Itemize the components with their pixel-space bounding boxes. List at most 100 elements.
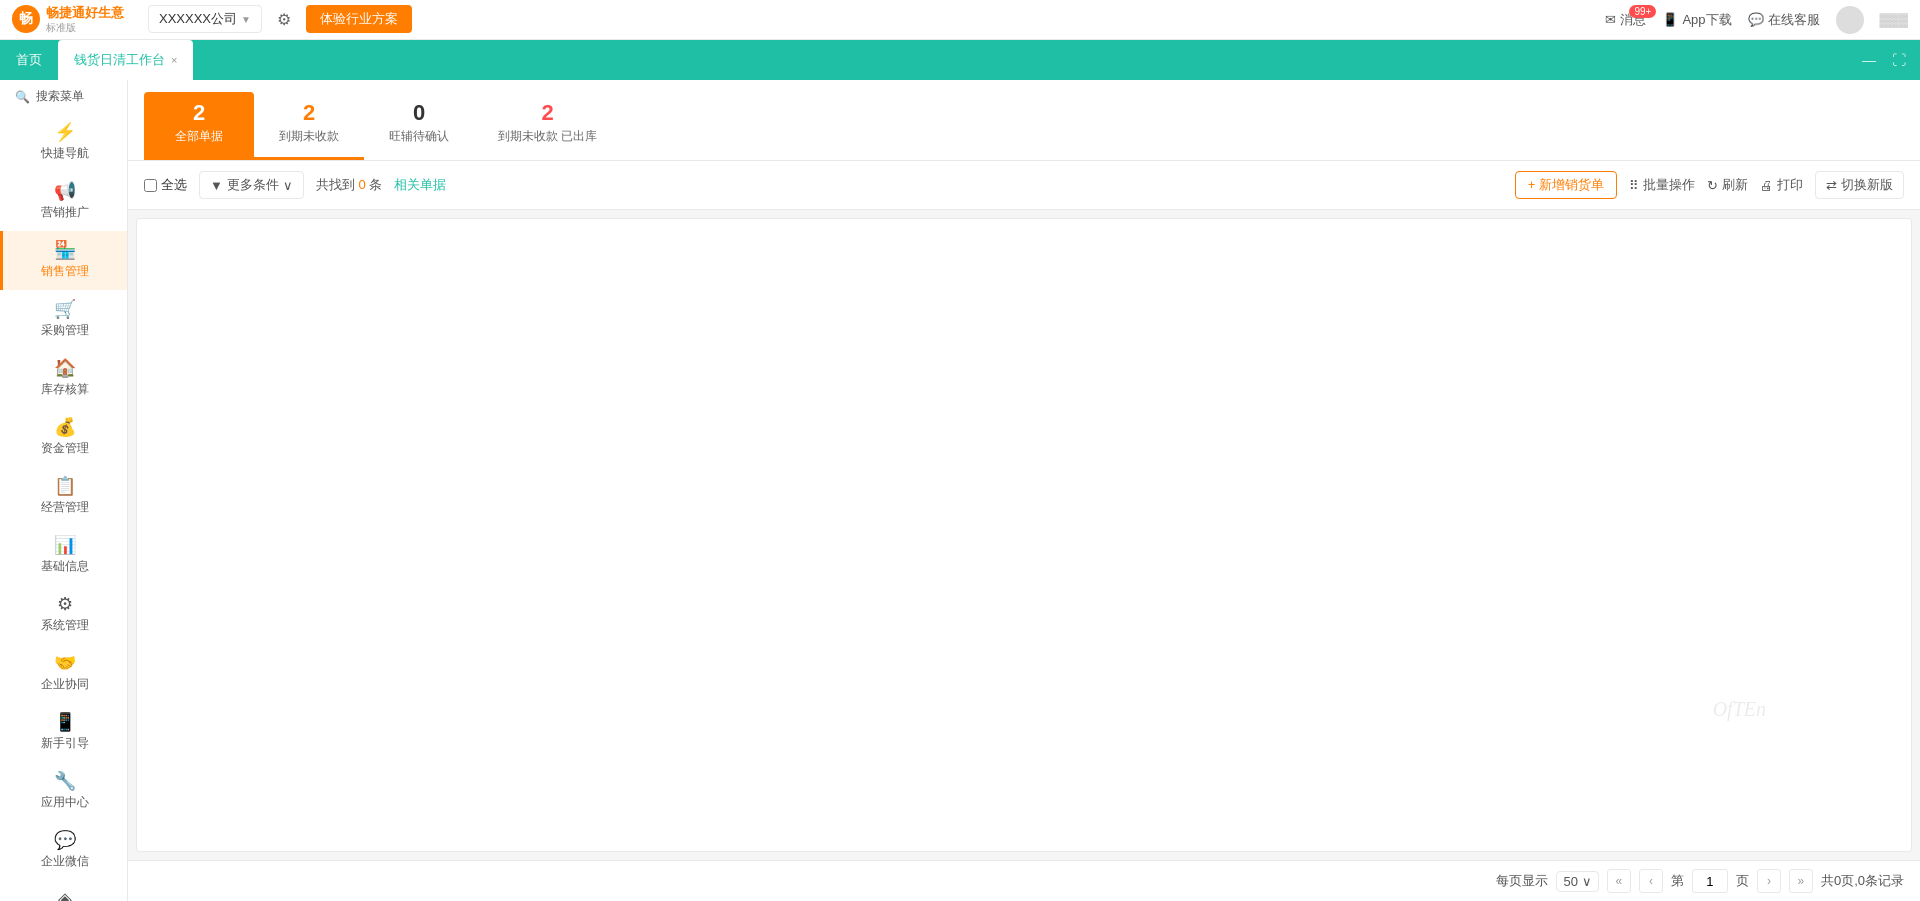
sidebar-item-marketing[interactable]: 📢 营销推广 xyxy=(0,172,127,231)
search-label: 搜索菜单 xyxy=(36,88,84,105)
sidebar-item-inventory[interactable]: 🏠 库存核算 xyxy=(0,349,127,408)
stat-tab-pending[interactable]: 0 旺辅待确认 xyxy=(364,92,474,160)
first-page-btn[interactable]: « xyxy=(1607,869,1631,893)
found-count-value: 0 xyxy=(359,177,366,192)
pagination-bar: 每页显示 50 ∨ « ‹ 第 页 › » 共0页,0条记录 xyxy=(128,860,1920,901)
member-icon: ◈ xyxy=(58,890,72,901)
switch-icon: ⇄ xyxy=(1826,178,1837,193)
sidebar-item-member[interactable]: ◈ 畅会员 xyxy=(0,880,127,901)
prev-page-btn[interactable]: ‹ xyxy=(1639,869,1663,893)
filter-chevron-icon: ∨ xyxy=(283,178,293,193)
top-bar-right: ✉ 消息 99+ 📱 App下载 💬 在线客服 ▓▓▓ xyxy=(1605,6,1908,34)
system-label: 系统管理 xyxy=(41,617,89,634)
stat-shipped-number: 2 xyxy=(542,100,554,126)
company-name: XXXXXX公司 xyxy=(159,10,237,28)
select-all-checkbox[interactable]: 全选 xyxy=(144,176,187,194)
page-suffix: 页 xyxy=(1736,872,1749,890)
online-service-label: 在线客服 xyxy=(1768,11,1820,29)
sidebar-item-basic-info[interactable]: 📊 基础信息 xyxy=(0,526,127,585)
minimize-btn[interactable]: — xyxy=(1856,48,1882,72)
experience-btn[interactable]: 体验行业方案 xyxy=(306,5,412,33)
operations-icon: 📋 xyxy=(54,477,76,495)
sidebar-item-sales[interactable]: 🏪 销售管理 xyxy=(0,231,127,290)
stat-all-number: 2 xyxy=(193,100,205,126)
page-input[interactable] xyxy=(1692,869,1728,893)
print-btn[interactable]: 🖨 打印 xyxy=(1760,176,1803,194)
last-page-btn[interactable]: » xyxy=(1789,869,1813,893)
sidebar-item-app-center[interactable]: 🔧 应用中心 xyxy=(0,762,127,821)
settings-icon-btn[interactable]: ⚙ xyxy=(270,5,298,33)
tab-active-label: 钱货日清工作台 xyxy=(74,51,165,69)
tab-active[interactable]: 钱货日清工作台 × xyxy=(58,40,193,80)
sidebar-item-quick-nav[interactable]: ⚡ 快捷导航 xyxy=(0,113,127,172)
stat-pending-number: 0 xyxy=(413,100,425,126)
service-icon: 💬 xyxy=(1748,12,1764,27)
enterprise-label: 企业协同 xyxy=(41,676,89,693)
app-download-btn[interactable]: 📱 App下载 xyxy=(1662,11,1731,29)
refresh-label: 刷新 xyxy=(1722,176,1748,194)
stats-tabs: 2 全部单据 2 到期未收款 0 旺辅待确认 2 到期未收款 已出库 xyxy=(128,80,1920,161)
toolbar-left: 全选 ▼ 更多条件 ∨ 共找到 0 条 相关单据 xyxy=(144,171,1503,199)
batch-label: 批量操作 xyxy=(1643,176,1695,194)
messages-btn[interactable]: ✉ 消息 99+ xyxy=(1605,11,1646,29)
app-download-label: App下载 xyxy=(1682,11,1731,29)
stat-tab-shipped[interactable]: 2 到期未收款 已出库 xyxy=(474,92,621,160)
related-link[interactable]: 相关单据 xyxy=(394,176,446,194)
next-page-btn[interactable]: › xyxy=(1757,869,1781,893)
new-sales-btn[interactable]: + 新增销货单 xyxy=(1515,171,1617,199)
purchase-label: 采购管理 xyxy=(41,322,89,339)
sidebar: 🔍 搜索菜单 ⚡ 快捷导航 📢 营销推广 🏪 销售管理 🛒 采购管理 🏠 库存核… xyxy=(0,80,128,901)
sidebar-item-enterprise[interactable]: 🤝 企业协同 xyxy=(0,644,127,703)
sidebar-search[interactable]: 🔍 搜索菜单 xyxy=(0,80,127,113)
switch-btn[interactable]: ⇄ 切换新版 xyxy=(1815,171,1904,199)
tab-home[interactable]: 首页 xyxy=(0,40,58,80)
refresh-btn[interactable]: ↻ 刷新 xyxy=(1707,176,1748,194)
basic-info-icon: 📊 xyxy=(54,536,76,554)
toolbar-right: + 新增销货单 ⠿ 批量操作 ↻ 刷新 🖨 打印 ⇄ 切换新版 xyxy=(1515,171,1904,199)
guide-label: 新手引导 xyxy=(41,735,89,752)
close-tab-icon[interactable]: × xyxy=(171,54,177,66)
filter-btn[interactable]: ▼ 更多条件 ∨ xyxy=(199,171,304,199)
operations-label: 经营管理 xyxy=(41,499,89,516)
page-size-chevron: ∨ xyxy=(1582,874,1592,889)
stat-tab-overdue[interactable]: 2 到期未收款 xyxy=(254,92,364,160)
found-unit: 条 xyxy=(369,177,382,192)
sidebar-item-purchase[interactable]: 🛒 采购管理 xyxy=(0,290,127,349)
stat-shipped-label: 到期未收款 已出库 xyxy=(498,128,597,145)
sidebar-item-guide[interactable]: 📱 新手引导 xyxy=(0,703,127,762)
toolbar: 全选 ▼ 更多条件 ∨ 共找到 0 条 相关单据 + 新增销货单 ⠿ 批 xyxy=(128,161,1920,210)
stat-overdue-number: 2 xyxy=(303,100,315,126)
download-icon: 📱 xyxy=(1662,12,1678,27)
marketing-icon: 📢 xyxy=(54,182,76,200)
page-size-value: 50 xyxy=(1563,874,1577,889)
sidebar-item-wechat[interactable]: 💬 企业微信 xyxy=(0,821,127,880)
message-icon: ✉ xyxy=(1605,12,1616,27)
found-count: 共找到 0 条 xyxy=(316,176,382,194)
expand-btn[interactable]: ⛶ xyxy=(1886,48,1912,72)
total-label: 共0页,0条记录 xyxy=(1821,872,1904,890)
table-area xyxy=(136,218,1912,852)
filter-icon: ▼ xyxy=(210,178,223,193)
quick-nav-icon: ⚡ xyxy=(54,123,76,141)
tab-home-label: 首页 xyxy=(16,51,42,69)
filter-label: 更多条件 xyxy=(227,176,279,194)
online-service-btn[interactable]: 💬 在线客服 xyxy=(1748,11,1820,29)
select-all-input[interactable] xyxy=(144,179,157,192)
top-bar-left: 畅 畅捷通好生意 标准版 XXXXXX公司 ▼ ⚙ 体验行业方案 xyxy=(12,5,412,35)
sidebar-item-operations[interactable]: 📋 经营管理 xyxy=(0,467,127,526)
purchase-icon: 🛒 xyxy=(54,300,76,318)
stat-pending-label: 旺辅待确认 xyxy=(389,128,449,145)
sidebar-item-finance[interactable]: 💰 资金管理 xyxy=(0,408,127,467)
avatar[interactable] xyxy=(1836,6,1864,34)
company-selector[interactable]: XXXXXX公司 ▼ xyxy=(148,5,262,33)
logo-text: 畅捷通好生意 标准版 xyxy=(46,5,124,35)
basic-info-label: 基础信息 xyxy=(41,558,89,575)
switch-label: 切换新版 xyxy=(1841,176,1893,194)
top-bar: 畅 畅捷通好生意 标准版 XXXXXX公司 ▼ ⚙ 体验行业方案 ✉ 消息 99… xyxy=(0,0,1920,40)
sidebar-item-system[interactable]: ⚙ 系统管理 xyxy=(0,585,127,644)
page-size-select[interactable]: 50 ∨ xyxy=(1556,871,1598,892)
user-name[interactable]: ▓▓▓ xyxy=(1880,12,1908,27)
chevron-down-icon: ▼ xyxy=(241,14,251,25)
batch-btn[interactable]: ⠿ 批量操作 xyxy=(1629,176,1695,194)
stat-tab-all[interactable]: 2 全部单据 xyxy=(144,92,254,160)
